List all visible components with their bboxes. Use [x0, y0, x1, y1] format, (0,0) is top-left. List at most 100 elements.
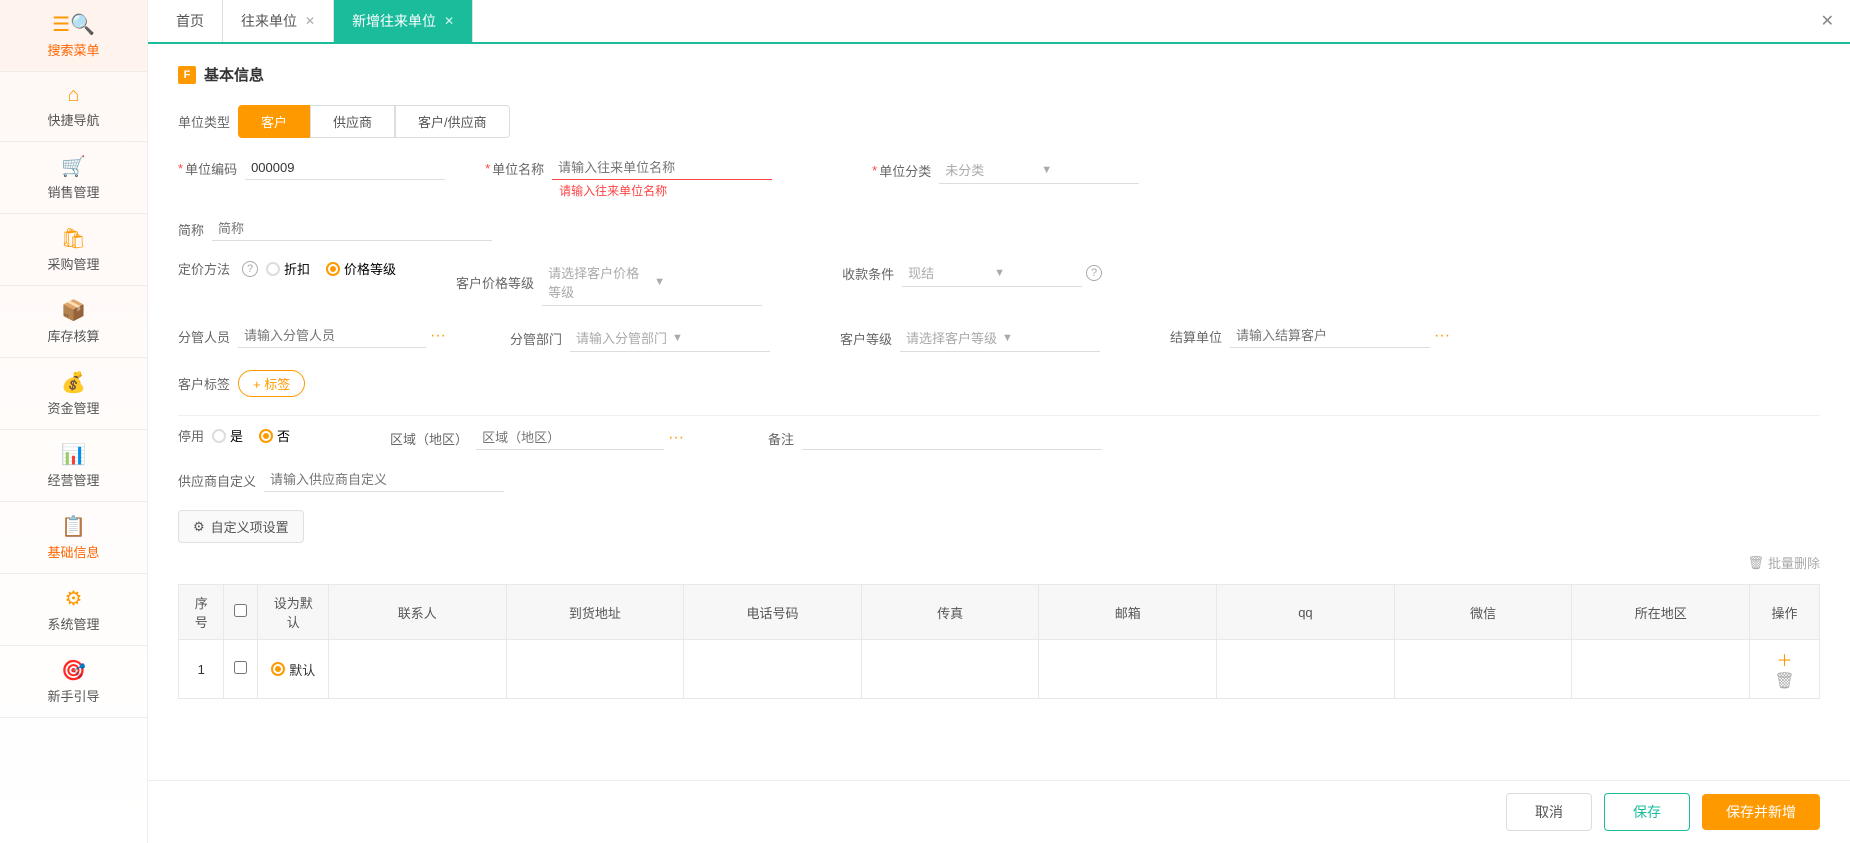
- manager-input[interactable]: [238, 324, 426, 348]
- region-ellipsis-btn[interactable]: ···: [664, 429, 688, 447]
- sidebar-item-inventory[interactable]: 📦 库存核算: [0, 286, 147, 358]
- customer-price-level-group: 客户价格等级 请选择客户价格等级 ▼: [456, 259, 762, 306]
- add-row-btn[interactable]: ＋: [1774, 647, 1796, 671]
- supplier-custom-input[interactable]: [264, 468, 504, 492]
- row-region-input[interactable]: [1582, 662, 1739, 677]
- abbreviation-input[interactable]: [212, 217, 492, 241]
- unit-code-input[interactable]: [245, 156, 445, 180]
- settlement-unit-group: 结算单位 ···: [1170, 324, 1454, 348]
- unit-category-select[interactable]: 未分类 ▼: [939, 156, 1139, 184]
- unit-type-label: 单位类型: [178, 112, 230, 131]
- unit-type-supplier[interactable]: 供应商: [310, 105, 395, 138]
- system-icon: ⚙: [65, 586, 83, 611]
- batch-delete-label[interactable]: 批量删除: [1768, 553, 1820, 572]
- pricing-help-icon[interactable]: ?: [242, 261, 258, 277]
- fax-input[interactable]: [872, 662, 1029, 677]
- disabled-group: 停用 是 否: [178, 426, 290, 445]
- tab-home[interactable]: 首页: [158, 0, 223, 42]
- pricing-row: 定价方法 ? 折扣 价格等级 客户价格等级: [178, 259, 1820, 306]
- custom-settings-button[interactable]: ⚙ 自定义项设置: [178, 510, 304, 543]
- default-radio[interactable]: [271, 662, 285, 676]
- contact-input[interactable]: [339, 662, 496, 677]
- payment-help-icon[interactable]: ?: [1086, 265, 1102, 281]
- save-and-new-button[interactable]: 保存并新增: [1702, 794, 1820, 830]
- tab-new-partner[interactable]: 新增往来单位 ✕: [334, 0, 473, 42]
- col-fax: 传真: [861, 585, 1039, 640]
- payment-terms-select[interactable]: 现结 ▼: [902, 259, 1082, 287]
- row-default: 默认: [258, 640, 329, 699]
- batch-delete-icon: 🗑: [1747, 555, 1764, 571]
- category-chevron-icon: ▼: [1041, 164, 1133, 176]
- address-input[interactable]: [517, 662, 674, 677]
- select-all-checkbox[interactable]: [234, 604, 247, 617]
- section-icon: F: [178, 66, 196, 84]
- pricing-radio-discount[interactable]: 折扣: [266, 259, 310, 278]
- unit-name-label: 单位名称: [492, 159, 544, 178]
- section-header: F 基本信息: [178, 64, 1820, 85]
- unit-category-label: 单位分类: [879, 161, 931, 180]
- abbreviation-row: 简称: [178, 217, 1820, 241]
- tab-bar: 首页 往来单位 ✕ 新增往来单位 ✕ ✕: [148, 0, 1850, 44]
- section-title: 基本信息: [204, 64, 264, 85]
- home-icon: ⌂: [67, 84, 79, 107]
- unit-type-buttons: 客户 供应商 客户/供应商: [238, 105, 510, 138]
- disabled-yes-radio[interactable]: 是: [212, 426, 243, 445]
- customer-price-level-select[interactable]: 请选择客户价格等级 ▼: [542, 259, 762, 306]
- cancel-button[interactable]: 取消: [1506, 793, 1592, 831]
- tags-group: 客户标签 + 标签: [178, 370, 305, 397]
- discount-radio-circle: [266, 262, 280, 276]
- unit-type-customer[interactable]: 客户: [238, 105, 310, 138]
- sidebar-item-basic-info[interactable]: 📋 基础信息: [0, 502, 147, 574]
- col-email: 邮箱: [1039, 585, 1217, 640]
- add-tag-button[interactable]: + 标签: [238, 370, 305, 397]
- notes-label: 备注: [768, 429, 794, 448]
- row-qq: [1217, 640, 1395, 699]
- contacts-table: 序号 设为默认 联系人 到货地址 电话号码 传真 邮箱 qq 微信 所在地区: [178, 584, 1820, 699]
- sidebar-item-guide[interactable]: 🎯 新手引导: [0, 646, 147, 718]
- sidebar-item-purchase[interactable]: 🛍 采购管理: [0, 214, 147, 286]
- payment-terms-label: 收款条件: [842, 264, 894, 283]
- row-select-checkbox[interactable]: [234, 661, 247, 674]
- phone-input[interactable]: [694, 662, 851, 677]
- sidebar-item-search[interactable]: ☰🔍 搜索菜单: [0, 0, 147, 72]
- sidebar-item-quick-nav[interactable]: ⌂ 快捷导航: [0, 72, 147, 142]
- notes-group: 备注: [768, 426, 1102, 450]
- main-area: 首页 往来单位 ✕ 新增往来单位 ✕ ✕ F 基本信息 单位类型: [148, 0, 1850, 843]
- level-radio-circle: [326, 262, 340, 276]
- save-button[interactable]: 保存: [1604, 793, 1690, 831]
- row-region: [1572, 640, 1750, 699]
- disabled-no-radio[interactable]: 否: [259, 426, 290, 445]
- customer-level-chevron-icon: ▼: [1002, 332, 1094, 344]
- unit-type-both[interactable]: 客户/供应商: [395, 105, 510, 138]
- department-select[interactable]: 请输入分管部门 ▼: [570, 324, 770, 352]
- disabled-row: 停用 是 否 区域（地区）: [178, 426, 1820, 450]
- email-input[interactable]: [1049, 662, 1206, 677]
- close-all-tabs-icon[interactable]: ✕: [1821, 11, 1834, 31]
- col-contact: 联系人: [328, 585, 506, 640]
- close-partners-tab[interactable]: ✕: [305, 14, 315, 28]
- col-default: 设为默认: [258, 585, 329, 640]
- close-new-partner-tab[interactable]: ✕: [444, 14, 454, 28]
- manager-ellipsis-btn[interactable]: ···: [426, 327, 450, 345]
- sidebar-item-sales[interactable]: 🛒 销售管理: [0, 142, 147, 214]
- row-checkbox: [224, 640, 258, 699]
- settlement-unit-input[interactable]: [1230, 324, 1430, 348]
- wechat-input[interactable]: [1405, 662, 1562, 677]
- sidebar-item-operations[interactable]: 📊 经营管理: [0, 430, 147, 502]
- sidebar-item-system[interactable]: ⚙ 系统管理: [0, 574, 147, 646]
- qq-input[interactable]: [1227, 662, 1384, 677]
- pricing-radio-level[interactable]: 价格等级: [326, 259, 396, 278]
- customer-level-select[interactable]: 请选择客户等级 ▼: [900, 324, 1100, 352]
- basic-fields-row: * 单位编码 * 单位名称 请输入往来单位名称 * 单位分类: [178, 156, 1820, 199]
- tab-partners[interactable]: 往来单位 ✕: [223, 0, 334, 42]
- settlement-ellipsis-btn[interactable]: ···: [1430, 327, 1454, 345]
- notes-input[interactable]: [802, 426, 1102, 450]
- unit-name-input[interactable]: [552, 156, 772, 180]
- col-no: 序号: [179, 585, 224, 640]
- row-actions: ＋ 🗑: [1750, 640, 1820, 699]
- region-input[interactable]: [476, 426, 664, 450]
- col-qq: qq: [1217, 585, 1395, 640]
- abbreviation-group: 简称: [178, 217, 492, 241]
- delete-row-btn[interactable]: 🗑: [1771, 671, 1797, 691]
- sidebar-item-finance[interactable]: 💰 资金管理: [0, 358, 147, 430]
